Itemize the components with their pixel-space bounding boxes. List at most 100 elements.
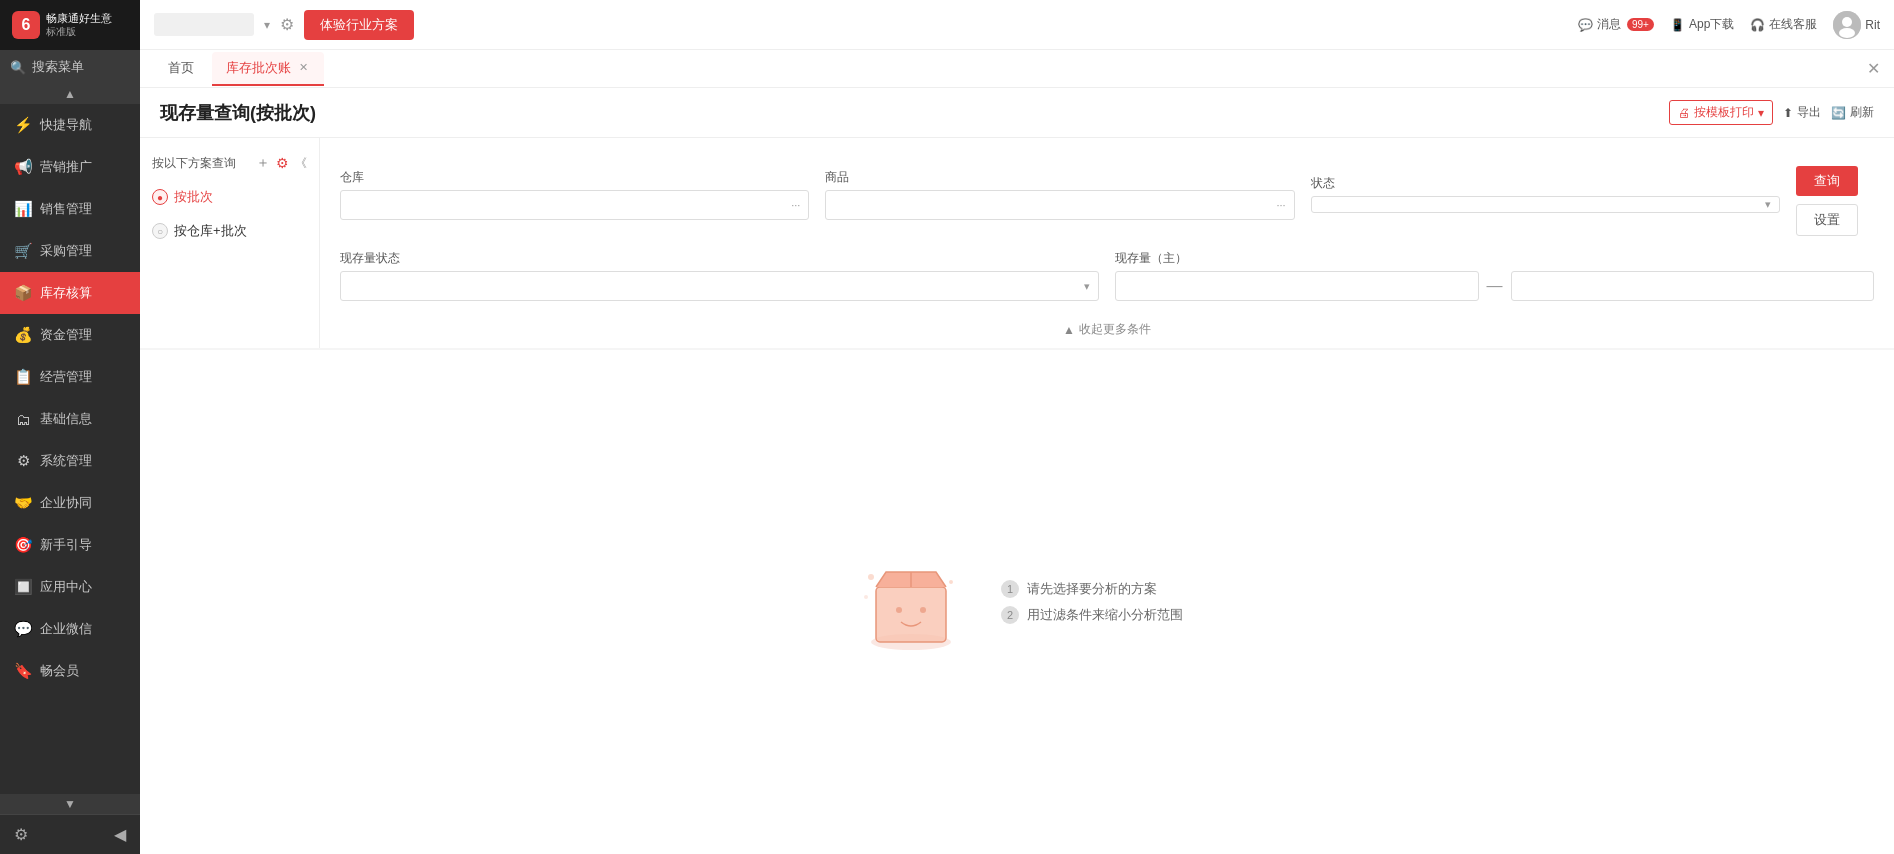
query-button[interactable]: 查询	[1796, 166, 1858, 196]
product-dots-icon[interactable]: ···	[1276, 199, 1285, 211]
sidebar-item-huiyuan[interactable]: 🔖 畅会员	[0, 650, 140, 692]
qiye-icon: 🤝	[14, 494, 32, 512]
inventory-qty-from-wrap[interactable]	[1115, 271, 1479, 301]
inventory-qty-to-input[interactable]	[1520, 279, 1866, 294]
sidebar-item-xitong[interactable]: ⚙ 系统管理	[0, 440, 140, 482]
scheme-cangku-label: 按仓库+批次	[174, 222, 247, 240]
empty-tip-1-text: 请先选择要分析的方案	[1027, 580, 1157, 598]
sidebar-item-label-weixin: 企业微信	[40, 620, 92, 638]
warehouse-dots-icon[interactable]: ···	[791, 199, 800, 211]
search-label: 搜索菜单	[32, 58, 84, 76]
yingyong-icon: 🔲	[14, 578, 32, 596]
sidebar-item-label-yingxiao: 营销推广	[40, 158, 92, 176]
scheme-item-cangku-pici[interactable]: ○ 按仓库+批次	[140, 214, 319, 248]
sidebar-item-kuaijie[interactable]: ⚡ 快捷导航	[0, 104, 140, 146]
yingxiao-icon: 📢	[14, 158, 32, 176]
caigou-icon: 🛒	[14, 242, 32, 260]
tab-kucun-pici[interactable]: 库存批次账 ✕	[212, 52, 324, 86]
user-area[interactable]: Rit	[1833, 11, 1880, 39]
sidebar-nav: ⚡ 快捷导航 📢 营销推广 📊 销售管理 🛒 采购管理 📦 库存核算 💰 资金管…	[0, 104, 140, 794]
sidebar-item-kucun[interactable]: 📦 库存核算	[0, 272, 140, 314]
edition-label: 标准版	[46, 25, 112, 39]
tab-home[interactable]: 首页	[154, 52, 208, 86]
huiyuan-icon: 🔖	[14, 662, 32, 680]
filter-action-buttons: 查询 设置	[1796, 152, 1874, 236]
sidebar-item-caigou[interactable]: 🛒 采购管理	[0, 230, 140, 272]
sidebar-search[interactable]: 🔍 搜索菜单	[0, 50, 140, 84]
tab-kucun-label: 库存批次账	[226, 59, 291, 77]
online-service-button[interactable]: 🎧 在线客服	[1750, 16, 1817, 33]
jichu-icon: 🗂	[14, 410, 32, 428]
xinshou-icon: 🎯	[14, 536, 32, 554]
xitong-icon: ⚙	[14, 452, 32, 470]
sidebar-item-yingyong[interactable]: 🔲 应用中心	[0, 566, 140, 608]
filter-area: 按以下方案查询 ＋ ⚙ 《 ● 按批次 ○ 按仓库+批次	[140, 138, 1894, 348]
tab-home-label: 首页	[168, 59, 194, 77]
phone-icon: 📱	[1670, 18, 1685, 32]
avatar	[1833, 11, 1861, 39]
warehouse-input-wrap[interactable]: ···	[340, 190, 809, 220]
sidebar-item-zijin[interactable]: 💰 资金管理	[0, 314, 140, 356]
sidebar-item-jingying[interactable]: 📋 经营管理	[0, 356, 140, 398]
scheme-item-pici[interactable]: ● 按批次	[140, 180, 319, 214]
sidebar-item-label-xitong: 系统管理	[40, 452, 92, 470]
topbar-gear-icon[interactable]: ⚙	[280, 15, 294, 34]
svg-point-7	[896, 607, 902, 613]
topbar-actions: 💬 消息 99+ 📱 App下载 🎧 在线客服 Rit	[1578, 11, 1880, 39]
sidebar-item-jichu[interactable]: 🗂 基础信息	[0, 398, 140, 440]
filter-product-field: 商品 ···	[825, 169, 1294, 220]
inventory-status-select[interactable]	[349, 279, 1080, 294]
page-header-actions: 🖨 按模板打印 ▾ ⬆ 导出 🔄 刷新	[1669, 100, 1874, 125]
online-service-label: 在线客服	[1769, 16, 1817, 33]
warehouse-input[interactable]	[349, 197, 787, 212]
tabs-close-all-icon[interactable]: ✕	[1867, 59, 1880, 78]
collapse-more[interactable]: ▲ 收起更多条件	[340, 315, 1874, 348]
collapse-icon: ▲	[1063, 323, 1075, 337]
sidebar-item-label-jingying: 经营管理	[40, 368, 92, 386]
scheme-collapse-icon[interactable]: 《	[295, 155, 307, 172]
filter-row-2: 现存量状态 ▾ 现存量（主）	[340, 250, 1874, 301]
inventory-qty-to-wrap[interactable]	[1511, 271, 1875, 301]
inventory-qty-from-input[interactable]	[1124, 279, 1470, 294]
app-download-button[interactable]: 📱 App下载	[1670, 16, 1734, 33]
scheme-add-icon[interactable]: ＋	[256, 154, 270, 172]
sidebar-item-xinshou[interactable]: 🎯 新手引导	[0, 524, 140, 566]
empty-illustration	[851, 542, 971, 662]
inventory-status-select-wrap[interactable]: ▾	[340, 271, 1099, 301]
xiaoshou-icon: 📊	[14, 200, 32, 218]
empty-tip-1: 1 请先选择要分析的方案	[1001, 580, 1183, 598]
sidebar-scroll-down[interactable]: ▼	[0, 794, 140, 814]
refresh-button[interactable]: 🔄 刷新	[1831, 104, 1874, 121]
sidebar-item-label-kuaijie: 快捷导航	[40, 116, 92, 134]
empty-num-1: 1	[1001, 580, 1019, 598]
collapse-sidebar-icon[interactable]: ◀	[114, 825, 126, 844]
settings-icon[interactable]: ⚙	[14, 825, 28, 844]
sidebar-item-label-zijin: 资金管理	[40, 326, 92, 344]
inventory-qty-dash: —	[1487, 277, 1503, 295]
sidebar-item-qiye[interactable]: 🤝 企业协同	[0, 482, 140, 524]
sidebar-item-yingxiao[interactable]: 📢 营销推广	[0, 146, 140, 188]
status-select-wrap[interactable]: ▾	[1311, 196, 1780, 213]
tab-close-icon[interactable]: ✕	[297, 60, 310, 75]
filter-settings-button[interactable]: 设置	[1796, 204, 1858, 236]
trial-button[interactable]: 体验行业方案	[304, 10, 414, 40]
export-button[interactable]: ⬆ 导出	[1783, 104, 1821, 121]
sidebar-item-xiaoshou[interactable]: 📊 销售管理	[0, 188, 140, 230]
empty-tip-2-text: 用过滤条件来缩小分析范围	[1027, 606, 1183, 624]
jingying-icon: 📋	[14, 368, 32, 386]
breadcrumb-input[interactable]	[154, 13, 254, 36]
product-input-wrap[interactable]: ···	[825, 190, 1294, 220]
print-chevron-icon[interactable]: ▾	[1758, 106, 1764, 120]
sidebar-scroll-up[interactable]: ▲	[0, 84, 140, 104]
page-header: 现存量查询(按批次) 🖨 按模板打印 ▾ ⬆ 导出 🔄 刷新	[140, 88, 1894, 138]
sidebar-item-label-xinshou: 新手引导	[40, 536, 92, 554]
sidebar-item-weixin[interactable]: 💬 企业微信	[0, 608, 140, 650]
topbar-chevron-icon[interactable]: ▾	[264, 18, 270, 32]
scheme-settings-icon[interactable]: ⚙	[276, 155, 289, 171]
status-select[interactable]	[1320, 197, 1761, 212]
print-button[interactable]: 🖨 按模板打印 ▾	[1669, 100, 1773, 125]
messages-button[interactable]: 💬 消息 99+	[1578, 16, 1654, 33]
product-input[interactable]	[834, 197, 1272, 212]
kuaijie-icon: ⚡	[14, 116, 32, 134]
scheme-panel: 按以下方案查询 ＋ ⚙ 《 ● 按批次 ○ 按仓库+批次	[140, 138, 320, 348]
